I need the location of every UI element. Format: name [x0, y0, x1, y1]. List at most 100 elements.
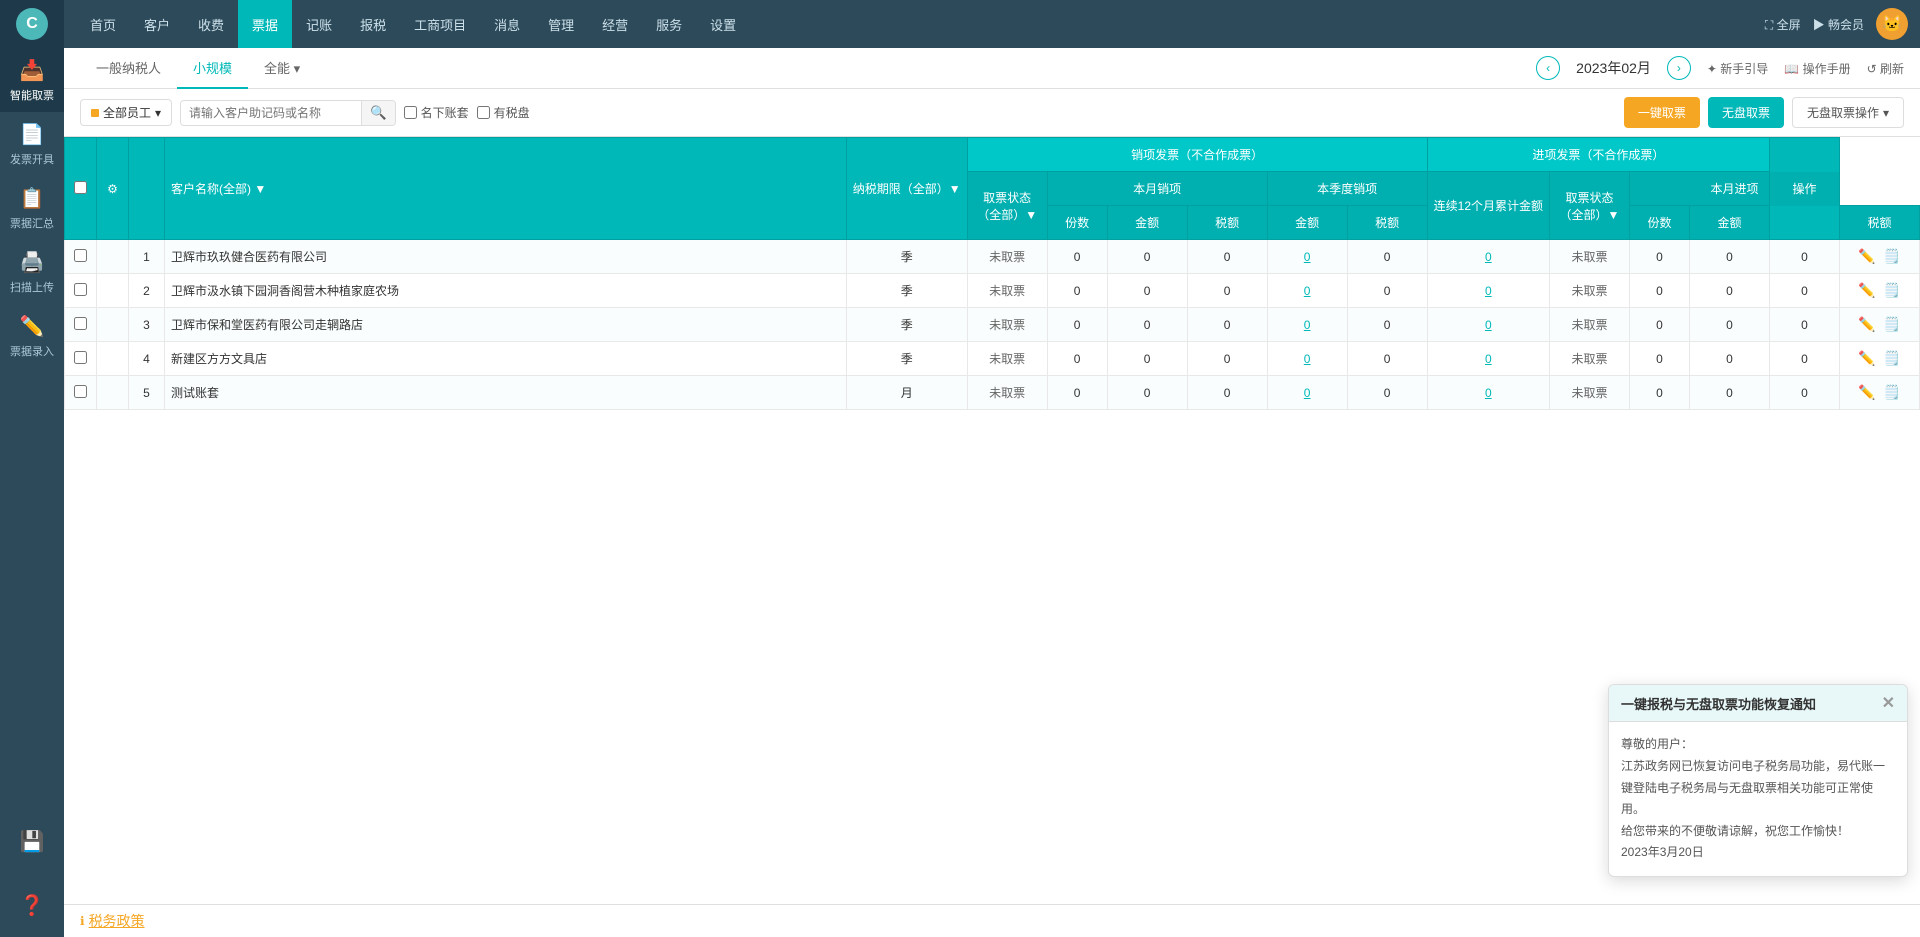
table-row: 2 卫辉市汲水镇下园洞香阁营木种植家庭农场 季 未取票 0 0 0 0 0 0 …: [65, 274, 1920, 308]
row-num-0: 1: [129, 240, 165, 274]
nav-settings[interactable]: 设置: [696, 0, 750, 48]
nav-operations[interactable]: 经营: [588, 0, 642, 48]
current-date: 2023年02月: [1576, 58, 1651, 78]
nav-business[interactable]: 工商项目: [400, 0, 480, 48]
sidebar-item-help[interactable]: ❓: [0, 873, 64, 937]
row-p-monthly-tax-0: 0: [1770, 240, 1840, 274]
no-disk-fetch-btn[interactable]: 无盘取票: [1708, 97, 1784, 128]
next-month-btn[interactable]: ›: [1667, 56, 1691, 80]
tab-small[interactable]: 小规模: [177, 48, 248, 89]
row-settings-1[interactable]: [97, 274, 129, 308]
edit-icon-4[interactable]: ✏️: [1858, 384, 1875, 400]
row-purchase-status-4: 未取票: [1550, 376, 1630, 410]
view-icon-2[interactable]: 🗒️: [1883, 316, 1900, 332]
edit-icon-2[interactable]: ✏️: [1858, 316, 1875, 332]
nav-management[interactable]: 管理: [534, 0, 588, 48]
row-cumulative-2: 0: [1427, 308, 1549, 342]
row-p-monthly-amount-0: 0: [1690, 240, 1770, 274]
has-tax-checkbox-label[interactable]: 有税盘: [477, 104, 530, 121]
search-button[interactable]: 🔍: [361, 101, 395, 125]
row-name-4: 测试账套: [165, 376, 847, 410]
row-s-monthly-amount-0: 0: [1107, 240, 1187, 274]
view-icon-1[interactable]: 🗒️: [1883, 282, 1900, 298]
row-settings-0[interactable]: [97, 240, 129, 274]
nav-home[interactable]: 首页: [76, 0, 130, 48]
search-input[interactable]: [181, 102, 361, 124]
sidebar-item-summary[interactable]: 📋 票据汇总: [0, 176, 64, 240]
table-body: 1 卫辉市玖玖健合医药有限公司 季 未取票 0 0 0 0 0 0 未取票 0 …: [65, 240, 1920, 410]
select-all-checkbox[interactable]: [74, 181, 87, 194]
no-disk-ops-btn[interactable]: 无盘取票操作 ▾: [1792, 97, 1904, 128]
sidebar-item-summary-label: 票据汇总: [10, 215, 54, 231]
col-header-s-quarterly-tax: 税额: [1347, 206, 1427, 240]
row-cumulative-0: 0: [1427, 240, 1549, 274]
col-header-name[interactable]: 客户名称(全部) ▼: [165, 138, 847, 240]
sidebar-bottom: 💾 ❓: [0, 809, 64, 937]
has-tax-checkbox[interactable]: [477, 106, 490, 119]
row-s-monthly-tax-3: 0: [1187, 342, 1267, 376]
nav-accounting[interactable]: 记账: [292, 0, 346, 48]
sidebar-item-smart-fetch[interactable]: 📥 智能取票: [0, 48, 64, 112]
prev-month-btn[interactable]: ‹: [1536, 56, 1560, 80]
edit-icon-1[interactable]: ✏️: [1858, 282, 1875, 298]
notif-line3: 给您带来的不便敬请谅解，祝您工作愉快！: [1621, 821, 1895, 843]
member-btn[interactable]: ▶ 畅会员: [1813, 16, 1864, 33]
nav-customer[interactable]: 客户: [130, 0, 184, 48]
view-icon-0[interactable]: 🗒️: [1883, 248, 1900, 264]
sidebar-item-entry[interactable]: ✏️ 票据录入: [0, 304, 64, 368]
sidebar-item-download[interactable]: 💾: [0, 809, 64, 873]
nav-collection[interactable]: 收费: [184, 0, 238, 48]
row-s-quarterly-amount-2: 0: [1267, 308, 1347, 342]
nav-tax[interactable]: 报税: [346, 0, 400, 48]
tax-policy-link[interactable]: 税务政策: [89, 911, 145, 931]
row-check-4[interactable]: [65, 376, 97, 410]
row-check-0[interactable]: [65, 240, 97, 274]
row-check-1[interactable]: [65, 274, 97, 308]
sub-account-checkbox[interactable]: [404, 106, 417, 119]
new-guide-btn[interactable]: ✦ 新手引导: [1707, 60, 1768, 77]
sidebar-item-scan-label: 扫描上传: [10, 279, 54, 295]
row-settings-3[interactable]: [97, 342, 129, 376]
tab-all[interactable]: 全能 ▾: [248, 48, 316, 89]
sidebar-item-scan[interactable]: 🖨️ 扫描上传: [0, 240, 64, 304]
row-num-4: 5: [129, 376, 165, 410]
table-row: 3 卫辉市保和堂医药有限公司走辋路店 季 未取票 0 0 0 0 0 0 未取票…: [65, 308, 1920, 342]
footer-bar: ℹ 税务政策: [64, 904, 1920, 937]
manual-btn[interactable]: 📖 操作手册: [1784, 60, 1850, 77]
row-s-monthly-amount-1: 0: [1107, 274, 1187, 308]
col-header-period[interactable]: 纳税期限（全部）▼: [846, 138, 967, 240]
col-header-sales-status[interactable]: 取票状态（全部）▼: [967, 172, 1047, 240]
sidebar-item-issue[interactable]: 📄 发票开具: [0, 112, 64, 176]
row-p-monthly-count-1: 0: [1630, 274, 1690, 308]
one-click-fetch-btn[interactable]: 一键取票: [1624, 97, 1700, 128]
sub-account-checkbox-label[interactable]: 名下账套: [404, 104, 469, 121]
row-settings-2[interactable]: [97, 308, 129, 342]
row-settings-4[interactable]: [97, 376, 129, 410]
edit-icon-3[interactable]: ✏️: [1858, 350, 1875, 366]
nav-message[interactable]: 消息: [480, 0, 534, 48]
row-period-2: 季: [846, 308, 967, 342]
row-check-2[interactable]: [65, 308, 97, 342]
view-icon-3[interactable]: 🗒️: [1883, 350, 1900, 366]
employee-filter-btn[interactable]: 全部员工 ▾: [80, 99, 172, 126]
row-p-monthly-tax-2: 0: [1770, 308, 1840, 342]
fullscreen-btn[interactable]: ⛶ 全屏: [1765, 16, 1801, 33]
row-p-monthly-count-0: 0: [1630, 240, 1690, 274]
col-header-purchase-status[interactable]: 取票状态（全部）▼: [1550, 172, 1630, 240]
refresh-btn[interactable]: ↺ 刷新: [1867, 60, 1904, 77]
row-purchase-status-0: 未取票: [1550, 240, 1630, 274]
user-avatar[interactable]: 🐱: [1876, 8, 1908, 40]
view-icon-4[interactable]: 🗒️: [1883, 384, 1900, 400]
row-name-2: 卫辉市保和堂医药有限公司走辋路店: [165, 308, 847, 342]
row-s-monthly-tax-2: 0: [1187, 308, 1267, 342]
nav-invoice[interactable]: 票据: [238, 0, 292, 48]
row-num-2: 3: [129, 308, 165, 342]
notification-close-btn[interactable]: ✕: [1882, 693, 1895, 713]
edit-icon-0[interactable]: ✏️: [1858, 248, 1875, 264]
nav-service[interactable]: 服务: [642, 0, 696, 48]
row-check-3[interactable]: [65, 342, 97, 376]
row-s-monthly-amount-3: 0: [1107, 342, 1187, 376]
row-action-0: ✏️ 🗒️: [1840, 240, 1920, 274]
col-header-s-monthly-amount: 金额: [1107, 206, 1187, 240]
tab-general[interactable]: 一般纳税人: [80, 48, 177, 89]
